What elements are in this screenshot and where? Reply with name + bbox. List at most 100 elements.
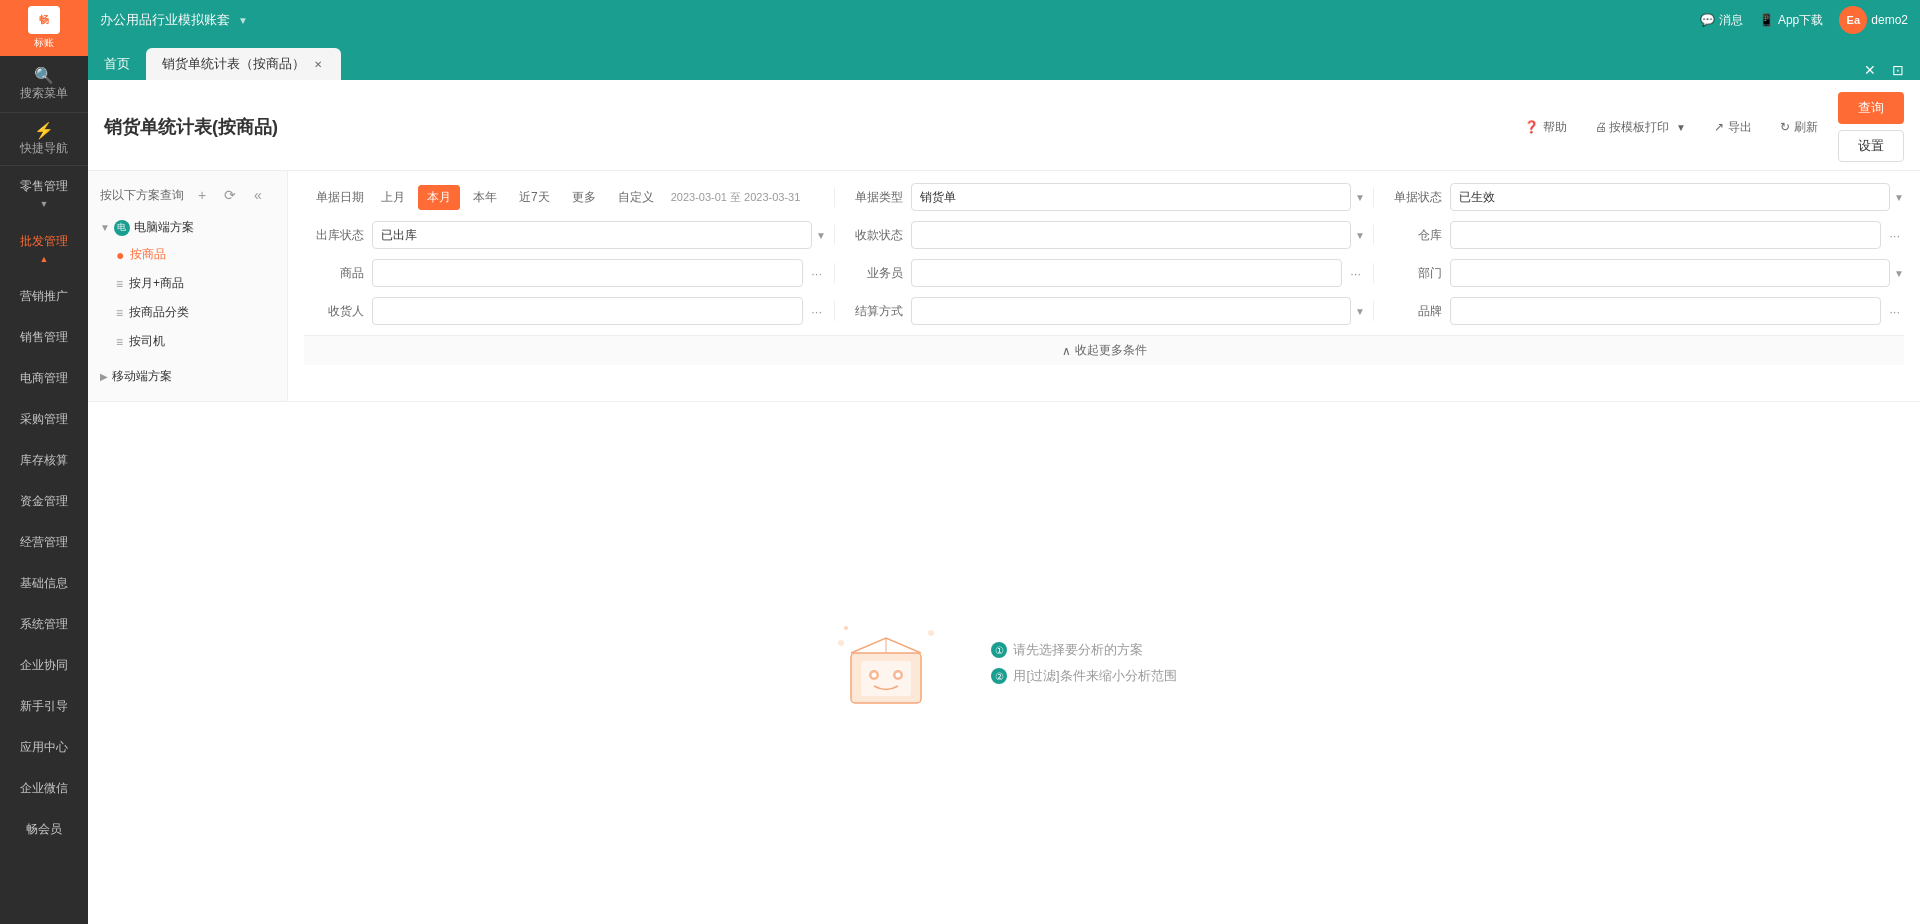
tab-sales-report[interactable]: 销货单统计表（按商品） ✕ <box>146 48 341 80</box>
doc-type-dropdown-icon[interactable]: ▼ <box>1355 192 1365 203</box>
date-tabs: 上月 本月 本年 近7天 更多 自定义 2023-03-01 至 2023-03… <box>372 185 826 210</box>
receipt-status-dropdown-icon[interactable]: ▼ <box>1355 230 1365 241</box>
scheme-collapse-icon[interactable]: « <box>248 185 268 205</box>
date-tab-more[interactable]: 更多 <box>563 185 605 210</box>
department-control: ▼ <box>1450 259 1904 287</box>
doc-status-dropdown-icon[interactable]: ▼ <box>1894 192 1904 203</box>
date-tab-last-month[interactable]: 上月 <box>372 185 414 210</box>
department-dropdown-icon[interactable]: ▼ <box>1894 268 1904 279</box>
salesperson-input[interactable] <box>911 259 1342 287</box>
date-tab-7days[interactable]: 近7天 <box>510 185 559 210</box>
salesperson-dots[interactable]: ··· <box>1350 266 1361 281</box>
svg-point-8 <box>928 630 934 636</box>
scheme-add-icon[interactable]: + <box>192 185 212 205</box>
sidebar-item-finance[interactable]: 资金管理 <box>0 481 88 522</box>
scheme-group-mobile-header[interactable]: ▶ 移动端方案 <box>88 364 287 389</box>
collapse-arrow-icon: ∧ <box>1062 344 1071 358</box>
refresh-button[interactable]: ↻ 刷新 <box>1772 115 1826 140</box>
sidebar-quicknav[interactable]: ⚡ 快捷导航 <box>0 113 88 166</box>
sidebar-item-enterprise[interactable]: 企业协同 <box>0 645 88 686</box>
sidebar-item-sales[interactable]: 销售管理 <box>0 317 88 358</box>
doc-type-input[interactable] <box>911 183 1351 211</box>
product-dots[interactable]: ··· <box>811 266 822 281</box>
sidebar-item-purchase[interactable]: 采购管理 <box>0 399 88 440</box>
out-status-dropdown-icon[interactable]: ▼ <box>816 230 826 241</box>
app-download-button[interactable]: 📱 App下载 <box>1759 12 1823 29</box>
tab-home[interactable]: 首页 <box>88 48 146 80</box>
date-tab-this-year[interactable]: 本年 <box>464 185 506 210</box>
sidebar-item-appstore[interactable]: 应用中心 <box>0 727 88 768</box>
collapse-label: 收起更多条件 <box>1075 342 1147 359</box>
template-print-button[interactable]: 🖨 按模板打印 ▼ <box>1587 115 1694 140</box>
payment-dropdown-icon[interactable]: ▼ <box>1355 306 1365 317</box>
scheme-group-desktop-header[interactable]: ▼ 电 电脑端方案 <box>88 215 287 240</box>
recipient-dots[interactable]: ··· <box>811 304 822 319</box>
recipient-input[interactable] <box>372 297 803 325</box>
newbie-label: 新手引导 <box>20 698 68 715</box>
department-input[interactable] <box>1450 259 1890 287</box>
sidebar-item-ecommerce[interactable]: 电商管理 <box>0 358 88 399</box>
sidebar-item-member[interactable]: 畅会员 <box>0 809 88 850</box>
print-icon: 🖨 <box>1595 120 1607 134</box>
sidebar: 畅 标账 🔍 搜索菜单 ⚡ 快捷导航 零售管理 ▼ 批发管理 ▲ 营销推广 销售… <box>0 0 88 924</box>
date-tab-custom[interactable]: 自定义 <box>609 185 663 210</box>
content-area: 销货单统计表(按商品) ❓ 帮助 🖨 按模板打印 ▼ ↗ 导出 ↻ 刷新 <box>88 80 1920 924</box>
refresh-icon: ↻ <box>1780 120 1790 134</box>
scheme-item-by-category[interactable]: ≡ 按商品分类 <box>88 298 287 327</box>
by-clerk-label: 按司机 <box>129 333 165 350</box>
messages-label: 消息 <box>1719 12 1743 29</box>
tab-close-icon[interactable]: ✕ <box>311 57 325 71</box>
sidebar-item-newbie[interactable]: 新手引导 <box>0 686 88 727</box>
filter-payment-item: 结算方式 ▼ <box>843 297 1365 325</box>
warehouse-input[interactable] <box>1450 221 1881 249</box>
brand-input[interactable] <box>1450 297 1881 325</box>
doc-status-input[interactable] <box>1450 183 1890 211</box>
date-tab-this-month[interactable]: 本月 <box>418 185 460 210</box>
user-menu[interactable]: Ea demo2 <box>1839 6 1908 34</box>
setting-button[interactable]: 设置 <box>1838 130 1904 162</box>
by-product-icon: ● <box>116 247 124 263</box>
receipt-status-input[interactable] <box>911 221 1351 249</box>
receipt-status-label: 收款状态 <box>843 227 903 244</box>
wechat-label: 企业微信 <box>20 780 68 797</box>
date-label: 单据日期 <box>304 189 364 206</box>
basic-label: 基础信息 <box>20 575 68 592</box>
department-label: 部门 <box>1382 265 1442 282</box>
sidebar-item-basic[interactable]: 基础信息 <box>0 563 88 604</box>
brand-dots[interactable]: ··· <box>1889 304 1900 319</box>
scheme-item-by-month-product[interactable]: ≡ 按月+商品 <box>88 269 287 298</box>
finance-label: 资金管理 <box>20 493 68 510</box>
empty-content: ① 请先选择要分析的方案 ② 用[过滤]条件来缩小分析范围 <box>831 613 1176 713</box>
warehouse-dots[interactable]: ··· <box>1889 228 1900 243</box>
filter-doc-type-item: 单据类型 ▼ <box>843 183 1365 211</box>
out-status-label: 出库状态 <box>304 227 364 244</box>
sidebar-search[interactable]: 🔍 搜索菜单 <box>0 56 88 113</box>
sidebar-item-operation[interactable]: 经营管理 <box>0 522 88 563</box>
help-label: 帮助 <box>1543 119 1567 136</box>
filter-out-status-item: 出库状态 ▼ <box>304 221 826 249</box>
maximize-window-button[interactable]: ⊡ <box>1888 60 1908 80</box>
scheme-item-by-product[interactable]: ● 按商品 <box>88 240 287 269</box>
export-button[interactable]: ↗ 导出 <box>1706 115 1760 140</box>
sidebar-logo[interactable]: 畅 标账 <box>0 0 88 56</box>
out-status-control: ▼ <box>372 221 826 249</box>
filter-receipt-status-item: 收款状态 ▼ <box>843 221 1365 249</box>
sidebar-item-wechat[interactable]: 企业微信 <box>0 768 88 809</box>
scheme-item-by-clerk[interactable]: ≡ 按司机 <box>88 327 287 356</box>
close-window-button[interactable]: ✕ <box>1860 60 1880 80</box>
sidebar-item-marketing[interactable]: 营销推广 <box>0 276 88 317</box>
sales-report-tab-label: 销货单统计表（按商品） <box>162 55 305 73</box>
help-button[interactable]: ❓ 帮助 <box>1516 115 1575 140</box>
sidebar-item-inventory[interactable]: 库存核算 <box>0 440 88 481</box>
payment-input[interactable] <box>911 297 1351 325</box>
query-button[interactable]: 查询 <box>1838 92 1904 124</box>
filter-recipient-item: 收货人 ··· <box>304 297 826 325</box>
collapse-button[interactable]: ∧ 收起更多条件 <box>304 335 1904 365</box>
messages-button[interactable]: 💬 消息 <box>1700 12 1743 29</box>
out-status-input[interactable] <box>372 221 812 249</box>
scheme-refresh-icon[interactable]: ⟳ <box>220 185 240 205</box>
product-input[interactable] <box>372 259 803 287</box>
sidebar-item-retail[interactable]: 零售管理 ▼ <box>0 166 88 221</box>
sidebar-item-wholesale[interactable]: 批发管理 ▲ <box>0 221 88 276</box>
sidebar-item-system[interactable]: 系统管理 <box>0 604 88 645</box>
